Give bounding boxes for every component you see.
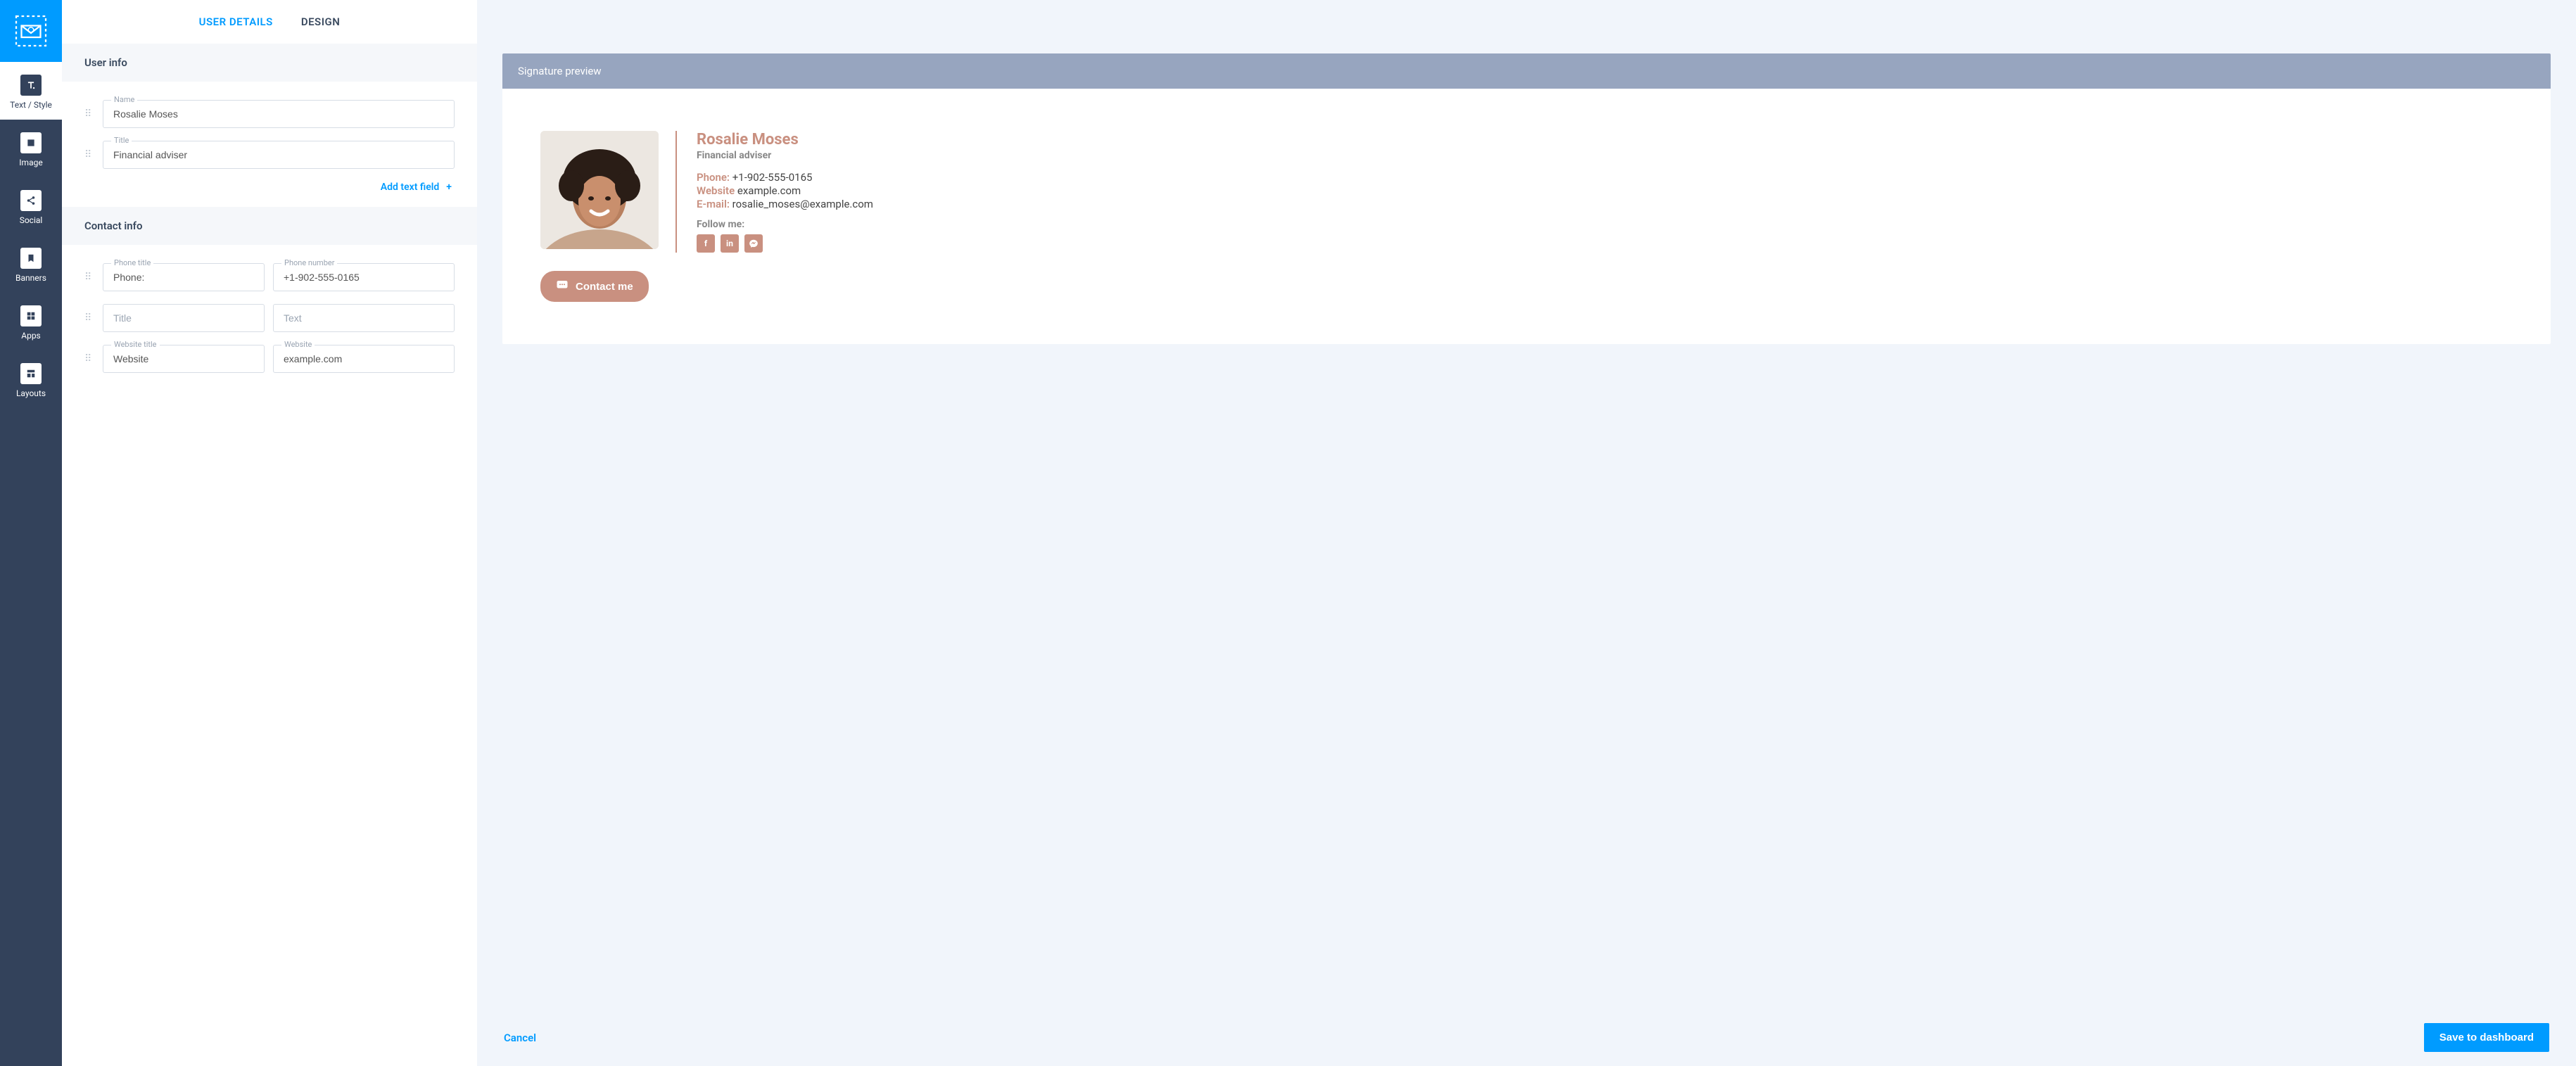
email-value: rosalie_moses@example.com	[732, 198, 873, 210]
field-row-title: ⠿ Title	[84, 141, 455, 169]
signature-info: Rosalie Moses Financial adviser Phone: +…	[697, 131, 873, 253]
signature-name: Rosalie Moses	[697, 131, 873, 148]
phone-title-input[interactable]	[103, 263, 265, 291]
signature-website-line: Website example.com	[697, 184, 873, 197]
signature-email-line: E-mail: rosalie_moses@example.com	[697, 198, 873, 210]
share-icon	[20, 190, 42, 211]
field-row-name: ⠿ Name	[84, 100, 455, 128]
cancel-button[interactable]: Cancel	[504, 1032, 536, 1044]
signature: Rosalie Moses Financial adviser Phone: +…	[502, 89, 2551, 344]
signature-title: Financial adviser	[697, 150, 873, 161]
add-text-field-label: Add text field	[381, 182, 440, 193]
sidebar-item-social[interactable]: Social	[0, 177, 62, 235]
social-row: f in	[697, 234, 873, 253]
field-label: Phone title	[111, 258, 153, 267]
preview-card: Signature preview	[502, 53, 2551, 344]
field-row-website: ⠿ Website title Website	[84, 345, 455, 373]
section-contact-info-title: Contact info	[62, 207, 477, 245]
sidebar-item-label: Social	[20, 215, 43, 225]
sidebar: Text / Style Image Social Banners Apps	[0, 0, 62, 1066]
image-icon	[20, 132, 42, 153]
add-text-field-link[interactable]: Add text field +	[84, 182, 455, 193]
layout-icon	[20, 363, 42, 384]
phone-number-input[interactable]	[273, 263, 455, 291]
sidebar-item-text-style[interactable]: Text / Style	[0, 62, 62, 120]
sidebar-item-apps[interactable]: Apps	[0, 293, 62, 350]
preview-pane: Signature preview	[477, 0, 2576, 1066]
sidebar-item-layouts[interactable]: Layouts	[0, 350, 62, 408]
email-label: E-mail:	[697, 198, 730, 210]
website-input[interactable]	[273, 345, 455, 373]
follow-label: Follow me:	[697, 219, 873, 230]
field-row-phone: ⠿ Phone title Phone number	[84, 263, 455, 291]
text-style-icon	[20, 75, 42, 96]
name-input[interactable]	[103, 100, 455, 128]
website-label: Website	[697, 184, 735, 197]
app-root: Text / Style Image Social Banners Apps	[0, 0, 2576, 1066]
envelope-stamp-icon	[14, 14, 48, 48]
drag-handle-icon[interactable]: ⠿	[84, 316, 94, 321]
field-label: Name	[111, 95, 137, 104]
website-title-input[interactable]	[103, 345, 265, 373]
extra-title-input[interactable]	[103, 304, 265, 332]
chat-bubble-icon	[556, 279, 569, 293]
signature-main: Rosalie Moses Financial adviser Phone: +…	[540, 131, 2513, 253]
sidebar-item-label: Apps	[21, 331, 41, 341]
sidebar-item-label: Image	[19, 158, 42, 167]
drag-handle-icon[interactable]: ⠿	[84, 112, 94, 117]
section-user-info-title: User info	[62, 44, 477, 82]
signature-photo	[540, 131, 659, 249]
preview-header: Signature preview	[502, 53, 2551, 89]
title-input[interactable]	[103, 141, 455, 169]
field-label: Phone number	[281, 258, 337, 267]
phone-label: Phone:	[697, 171, 730, 184]
drag-handle-icon[interactable]: ⠿	[84, 153, 94, 158]
tab-user-details[interactable]: USER DETAILS	[199, 15, 273, 28]
avatar-illustration	[540, 131, 659, 249]
footer-actions: Cancel Save to dashboard	[502, 1009, 2551, 1066]
field-label: Website title	[111, 340, 160, 349]
sidebar-item-label: Text / Style	[10, 100, 52, 110]
sidebar-item-label: Layouts	[16, 388, 46, 398]
sidebar-item-image[interactable]: Image	[0, 120, 62, 177]
brand-logo[interactable]	[0, 0, 62, 62]
sidebar-item-banners[interactable]: Banners	[0, 235, 62, 293]
drag-handle-icon[interactable]: ⠿	[84, 357, 94, 362]
phone-value: +1-902-555-0165	[732, 171, 813, 184]
editor-panel[interactable]: USER DETAILS DESIGN User info ⠿ Name ⠿ T…	[62, 0, 477, 1066]
field-label: Title	[111, 136, 132, 145]
section-contact-info: ⠿ Phone title Phone number ⠿	[62, 245, 477, 387]
signature-divider	[675, 131, 677, 253]
website-value: example.com	[737, 184, 801, 197]
tab-design[interactable]: DESIGN	[301, 15, 341, 28]
contact-me-button[interactable]: Contact me	[540, 271, 649, 302]
signature-phone-line: Phone: +1-902-555-0165	[697, 171, 873, 184]
contact-me-label: Contact me	[576, 281, 633, 293]
field-label: Website	[281, 340, 315, 349]
messenger-icon[interactable]	[744, 234, 763, 253]
bookmark-icon	[20, 248, 42, 269]
field-row-extra: ⠿	[84, 304, 455, 332]
section-user-info: ⠿ Name ⠿ Title Add text field +	[62, 82, 477, 207]
save-to-dashboard-button[interactable]: Save to dashboard	[2424, 1023, 2549, 1052]
grid-icon	[20, 305, 42, 326]
sidebar-item-label: Banners	[15, 273, 46, 283]
drag-handle-icon[interactable]: ⠿	[84, 275, 94, 280]
linkedin-icon[interactable]: in	[721, 234, 739, 253]
plus-icon: +	[446, 182, 452, 193]
tab-row: USER DETAILS DESIGN	[62, 0, 477, 44]
extra-text-input[interactable]	[273, 304, 455, 332]
facebook-icon[interactable]: f	[697, 234, 715, 253]
